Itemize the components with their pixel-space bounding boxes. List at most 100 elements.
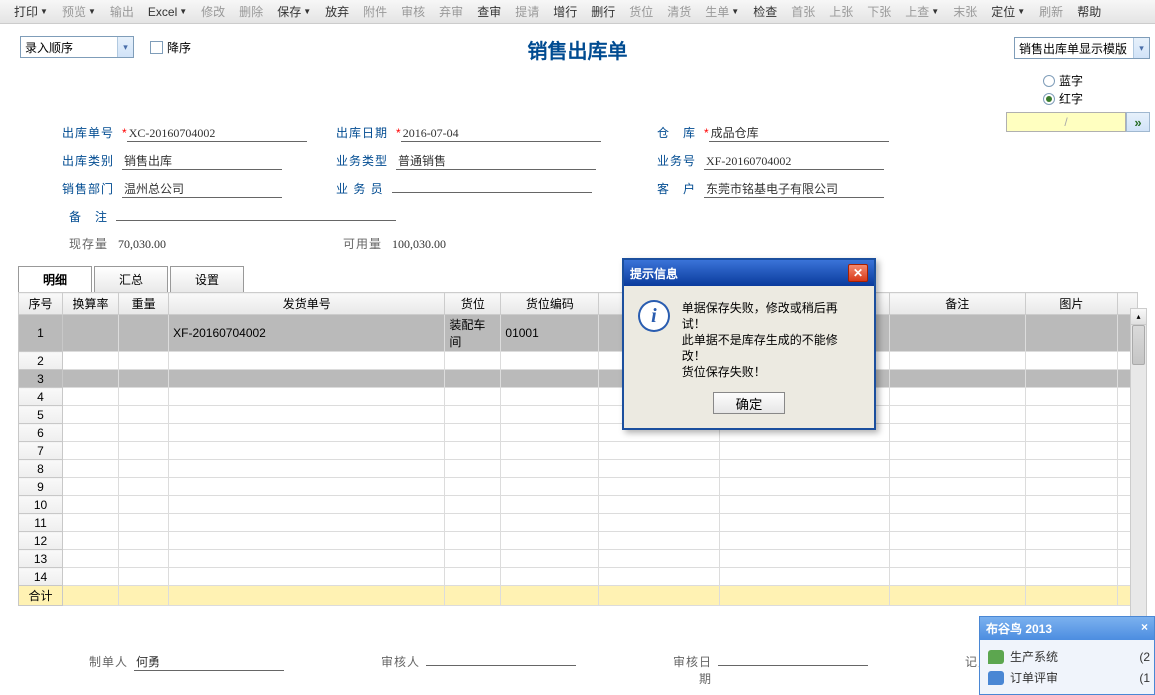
tab-明细[interactable]: 明细	[18, 266, 92, 292]
cell[interactable]	[719, 442, 889, 460]
table-row[interactable]: 4	[19, 388, 1138, 406]
table-row[interactable]: 5	[19, 406, 1138, 424]
cell[interactable]	[599, 460, 719, 478]
cell[interactable]: 01001	[501, 315, 599, 352]
popup-close-icon[interactable]: ×	[1141, 620, 1148, 637]
cell[interactable]	[1025, 424, 1117, 442]
col-header[interactable]: 重量	[119, 293, 169, 315]
cell[interactable]	[719, 496, 889, 514]
cell[interactable]	[1025, 370, 1117, 388]
cell[interactable]	[169, 550, 445, 568]
table-row[interactable]: 8	[19, 460, 1138, 478]
cell[interactable]	[445, 388, 501, 406]
cell[interactable]	[169, 478, 445, 496]
cell[interactable]	[719, 514, 889, 532]
toolbar-Excel[interactable]: Excel▼	[142, 4, 193, 20]
cell[interactable]	[169, 388, 445, 406]
cell[interactable]	[1025, 352, 1117, 370]
cell[interactable]	[63, 478, 119, 496]
cell[interactable]	[719, 532, 889, 550]
field-input[interactable]: 成品仓库	[709, 124, 889, 142]
cell[interactable]	[501, 352, 599, 370]
cell[interactable]	[119, 496, 169, 514]
cell[interactable]: XF-20160704002	[169, 315, 445, 352]
table-row[interactable]: 9	[19, 478, 1138, 496]
cell[interactable]	[63, 406, 119, 424]
cell[interactable]	[445, 514, 501, 532]
cell[interactable]	[501, 442, 599, 460]
cell[interactable]	[63, 370, 119, 388]
cell[interactable]	[445, 496, 501, 514]
table-row[interactable]: 2	[19, 352, 1138, 370]
cell[interactable]	[889, 496, 1025, 514]
cell[interactable]	[1025, 514, 1117, 532]
search-input[interactable]: /	[1006, 112, 1126, 132]
cell[interactable]	[599, 532, 719, 550]
cell[interactable]	[445, 406, 501, 424]
table-row[interactable]: 14	[19, 568, 1138, 586]
footer-input[interactable]: 何勇	[134, 653, 284, 671]
cell[interactable]: 12	[19, 532, 63, 550]
cell[interactable]	[889, 532, 1025, 550]
table-row[interactable]: 10	[19, 496, 1138, 514]
table-row[interactable]: 1XF-20160704002装配车间01001	[19, 315, 1138, 352]
col-header[interactable]: 备注	[889, 293, 1025, 315]
cell[interactable]	[1025, 406, 1117, 424]
table-row[interactable]: 6	[19, 424, 1138, 442]
cell[interactable]	[63, 532, 119, 550]
col-header[interactable]: 货位	[445, 293, 501, 315]
radio-red[interactable]: 红字	[1043, 90, 1083, 108]
cell[interactable]	[719, 478, 889, 496]
cell[interactable]	[169, 496, 445, 514]
cell[interactable]	[889, 568, 1025, 586]
cell[interactable]	[119, 568, 169, 586]
cell[interactable]	[63, 352, 119, 370]
cell[interactable]	[445, 352, 501, 370]
cell[interactable]	[119, 442, 169, 460]
cell[interactable]	[169, 532, 445, 550]
cell[interactable]: 3	[19, 370, 63, 388]
footer-input[interactable]	[426, 665, 576, 666]
cell[interactable]	[119, 315, 169, 352]
tab-汇总[interactable]: 汇总	[94, 266, 168, 292]
cell[interactable]	[501, 496, 599, 514]
template-select[interactable]: 销售出库单显示模版 ▾	[1014, 37, 1150, 59]
field-input[interactable]	[392, 192, 592, 193]
scroll-up-icon[interactable]: ▴	[1130, 308, 1147, 325]
cell[interactable]	[501, 568, 599, 586]
cell[interactable]: 10	[19, 496, 63, 514]
cell[interactable]: 7	[19, 442, 63, 460]
vertical-scrollbar[interactable]	[1130, 308, 1147, 626]
col-header[interactable]: 发货单号	[169, 293, 445, 315]
cell[interactable]	[501, 532, 599, 550]
field-input[interactable]: 70,030.00	[116, 237, 312, 252]
cell[interactable]	[63, 514, 119, 532]
cell[interactable]: 装配车间	[445, 315, 501, 352]
field-input[interactable]: 2016-07-04	[401, 126, 601, 142]
field-input[interactable]: 普通销售	[396, 152, 596, 170]
popup-item[interactable]: 生产系统(2	[988, 646, 1146, 667]
cell[interactable]	[63, 460, 119, 478]
cell[interactable]	[889, 478, 1025, 496]
cell[interactable]	[599, 478, 719, 496]
cell[interactable]	[119, 352, 169, 370]
cell[interactable]	[445, 478, 501, 496]
cell[interactable]	[445, 550, 501, 568]
cell[interactable]	[119, 478, 169, 496]
table-row[interactable]: 13	[19, 550, 1138, 568]
cell[interactable]: 2	[19, 352, 63, 370]
order-select[interactable]: 录入顺序 ▾	[20, 36, 134, 58]
cell[interactable]	[599, 550, 719, 568]
cell[interactable]	[889, 388, 1025, 406]
toolbar-检查[interactable]: 检查	[747, 2, 783, 21]
field-input[interactable]: XF-20160704002	[704, 154, 884, 170]
cell[interactable]	[599, 514, 719, 532]
cell[interactable]	[169, 424, 445, 442]
cell[interactable]	[63, 388, 119, 406]
cell[interactable]	[1025, 568, 1117, 586]
cell[interactable]	[889, 550, 1025, 568]
cell[interactable]	[1025, 550, 1117, 568]
field-input[interactable]: 100,030.00	[390, 237, 590, 252]
cell[interactable]	[1025, 460, 1117, 478]
search-go-button[interactable]: »	[1126, 112, 1150, 132]
